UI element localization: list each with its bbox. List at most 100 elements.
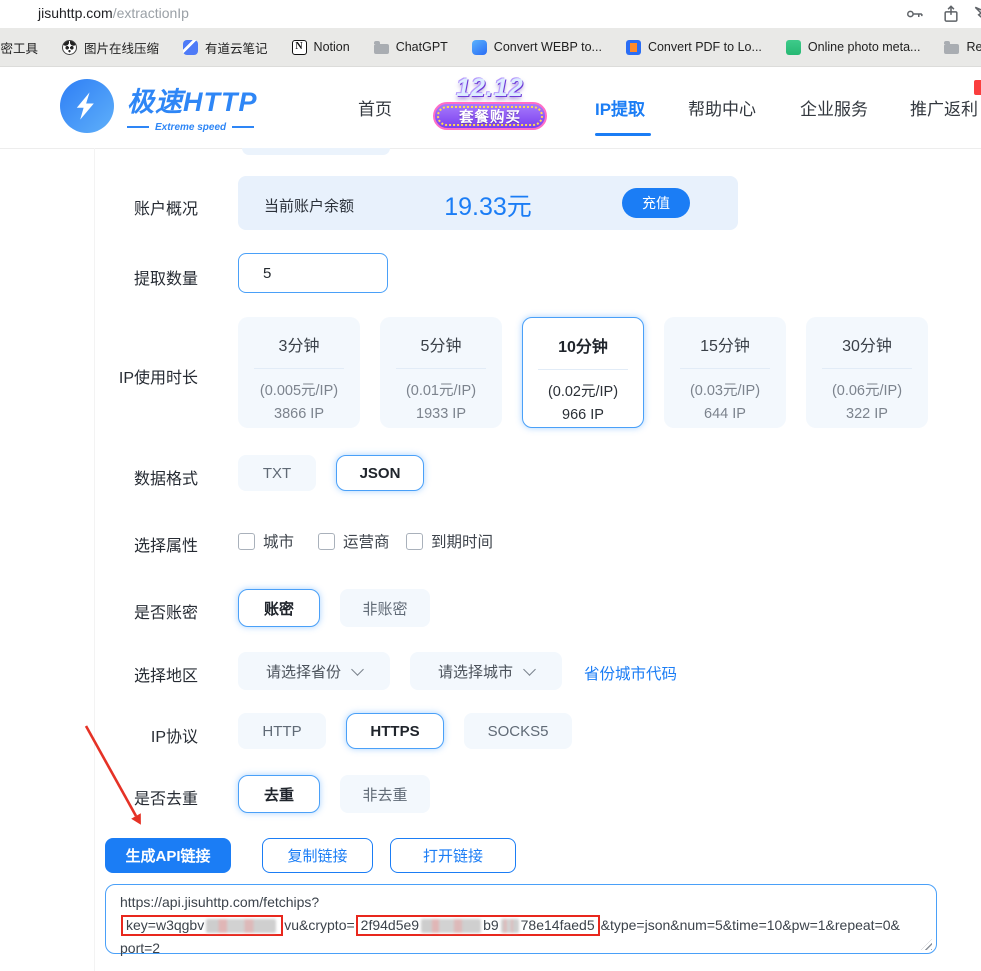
duration-title: 3分钟 <box>278 338 320 355</box>
api-url-line1: https://api.jisuhttp.com/fetchips? <box>120 894 320 910</box>
attribute-checkbox-city[interactable]: 城市 <box>238 530 294 552</box>
province-city-code-link[interactable]: 省份城市代码 <box>584 662 677 684</box>
attribute-checkbox-carrier[interactable]: 运营商 <box>318 530 390 552</box>
bookmark-label: Online photo meta... <box>807 40 921 54</box>
url-domain: jisuhttp.com <box>38 5 113 21</box>
partial-scrolled-element <box>242 148 390 155</box>
pdf-icon <box>625 39 641 55</box>
bookmark-relakkes-folder[interactable]: Relakkes <box>944 40 981 54</box>
duration-title: 15分钟 <box>700 338 750 355</box>
balance-box: 当前账户余额 19.33元 充值 <box>238 176 738 230</box>
duration-price: (0.01元/IP) <box>405 383 477 399</box>
duration-option-3min[interactable]: 3分钟 (0.005元/IP) 3866 IP <box>238 317 360 428</box>
duration-price: (0.005元/IP) <box>259 383 339 399</box>
bookmarks-bar: 加密工具 图片在线压缩 有道云笔记 N Notion ChatGPT Conve… <box>0 28 981 67</box>
logo-title: 极速HTTP <box>127 86 258 117</box>
promo-date: 12.12 <box>456 74 524 102</box>
bookmark-convert-webp[interactable]: Convert WEBP to... <box>471 39 602 55</box>
duration-option-15min[interactable]: 15分钟 (0.03元/IP) 644 IP <box>664 317 786 428</box>
api-url-line2: key=w3qgbv vu&crypto= 2f94d5e9 b9 78e14faed5… <box>120 914 922 937</box>
duration-option-10min-selected[interactable]: 10分钟 (0.02元/IP) 966 IP <box>522 317 644 428</box>
auth-option-account-selected[interactable]: 账密 <box>238 589 320 627</box>
site-logo[interactable]: 极速HTTP Extreme speed <box>60 79 258 133</box>
bookmark-label: 加密工具 <box>0 41 39 56</box>
nav-referral[interactable]: 推广返利 <box>910 95 978 120</box>
nav-help-center[interactable]: 帮助中心 <box>688 95 756 120</box>
attribute-checkbox-expiry[interactable]: 到期时间 <box>406 530 493 552</box>
protocol-label: IP协议 <box>150 729 198 746</box>
duration-count: 644 IP <box>704 406 746 422</box>
active-tab-underline <box>595 133 651 136</box>
city-placeholder: 请选择城市 <box>437 663 513 681</box>
duration-price: (0.06元/IP) <box>831 383 903 399</box>
format-option-json-selected[interactable]: JSON <box>336 455 424 491</box>
redacted-blur <box>500 919 519 934</box>
attributes-label: 选择属性 <box>133 538 198 555</box>
panda-icon <box>62 39 78 55</box>
api-url-textarea[interactable]: https://api.jisuhttp.com/fetchips? key=w… <box>105 884 937 956</box>
nav-enterprise[interactable]: 企业服务 <box>800 95 868 120</box>
city-select[interactable]: 请选择城市 <box>410 652 562 690</box>
promo-pill: 套餐购买 <box>433 102 547 130</box>
url-path: /extractionIp <box>112 5 189 21</box>
quantity-input[interactable] <box>238 253 388 293</box>
balance-value: 19.33元 <box>444 193 532 221</box>
duration-title: 10分钟 <box>558 339 608 356</box>
site-header: 极速HTTP Extreme speed 首页 12.12 套餐购买 IP提取 … <box>0 67 981 149</box>
redacted-blur <box>206 919 277 934</box>
dedup-option-no[interactable]: 非去重 <box>340 775 430 813</box>
redacted-blur <box>421 919 482 934</box>
account-overview-label: 账户概况 <box>133 201 198 218</box>
generate-api-link-button[interactable]: 生成API链接 <box>105 838 231 873</box>
divider <box>396 368 486 369</box>
nav-ip-extract[interactable]: IP提取 <box>595 95 645 120</box>
nav-home[interactable]: 首页 <box>358 95 392 120</box>
share-icon[interactable] <box>941 4 961 24</box>
bookmark-youdao-note[interactable]: 有道云笔记 <box>183 38 268 57</box>
protocol-option-http[interactable]: HTTP <box>238 713 326 749</box>
attribute-label: 到期时间 <box>431 534 494 551</box>
checkbox-icon <box>318 532 335 550</box>
dedup-label: 是否去重 <box>133 791 198 808</box>
format-option-txt[interactable]: TXT <box>238 455 316 491</box>
bookmark-image-compress[interactable]: 图片在线压缩 <box>62 38 159 57</box>
bookmark-convert-pdf[interactable]: Convert PDF to Lo... <box>625 39 762 55</box>
open-link-button[interactable]: 打开链接 <box>390 838 516 873</box>
bookmark-chatgpt-folder[interactable]: ChatGPT <box>373 40 448 54</box>
duration-option-30min[interactable]: 30分钟 (0.06元/IP) 322 IP <box>806 317 928 428</box>
duration-count: 322 IP <box>846 406 888 422</box>
auth-label: 是否账密 <box>133 605 198 622</box>
format-label: 数据格式 <box>133 471 198 488</box>
bookmark-encrypt-tools[interactable]: 加密工具 <box>0 38 38 57</box>
bookmark-notion[interactable]: N Notion <box>291 39 350 55</box>
protocol-option-https-selected[interactable]: HTTPS <box>346 713 444 749</box>
photo-meta-icon <box>785 39 801 55</box>
address-bar[interactable]: jisuhttp.com/extractionIp <box>38 5 189 21</box>
bookmark-label: Notion <box>313 40 350 54</box>
bookmark-label: 有道云笔记 <box>205 41 268 56</box>
partial-icon[interactable] <box>972 4 981 24</box>
auth-option-no-account[interactable]: 非账密 <box>340 589 430 627</box>
key-icon[interactable] <box>905 4 925 24</box>
bookmark-label: ChatGPT <box>395 40 448 54</box>
divider <box>232 126 255 128</box>
promo-banner-1212[interactable]: 12.12 套餐购买 <box>433 75 547 139</box>
duration-count: 1933 IP <box>416 406 466 422</box>
duration-price: (0.02元/IP) <box>547 384 619 400</box>
resize-handle[interactable] <box>921 939 932 950</box>
copy-link-button[interactable]: 复制链接 <box>262 838 373 873</box>
notion-n-icon: N <box>291 39 307 55</box>
dedup-option-yes-selected[interactable]: 去重 <box>238 775 320 813</box>
province-select[interactable]: 请选择省份 <box>238 652 390 690</box>
recharge-button[interactable]: 充值 <box>622 188 690 218</box>
checkbox-icon <box>406 532 423 550</box>
promo-label: 套餐购买 <box>459 109 521 126</box>
folder-icon <box>944 40 960 54</box>
chevron-down-icon <box>351 662 364 676</box>
duration-option-5min[interactable]: 5分钟 (0.01元/IP) 1933 IP <box>380 317 502 428</box>
divider <box>680 368 770 369</box>
attribute-label: 运营商 <box>343 534 390 551</box>
bookmark-photo-meta[interactable]: Online photo meta... <box>785 39 921 55</box>
bookmark-label: Convert PDF to Lo... <box>647 40 762 54</box>
protocol-option-socks5[interactable]: SOCKS5 <box>464 713 572 749</box>
